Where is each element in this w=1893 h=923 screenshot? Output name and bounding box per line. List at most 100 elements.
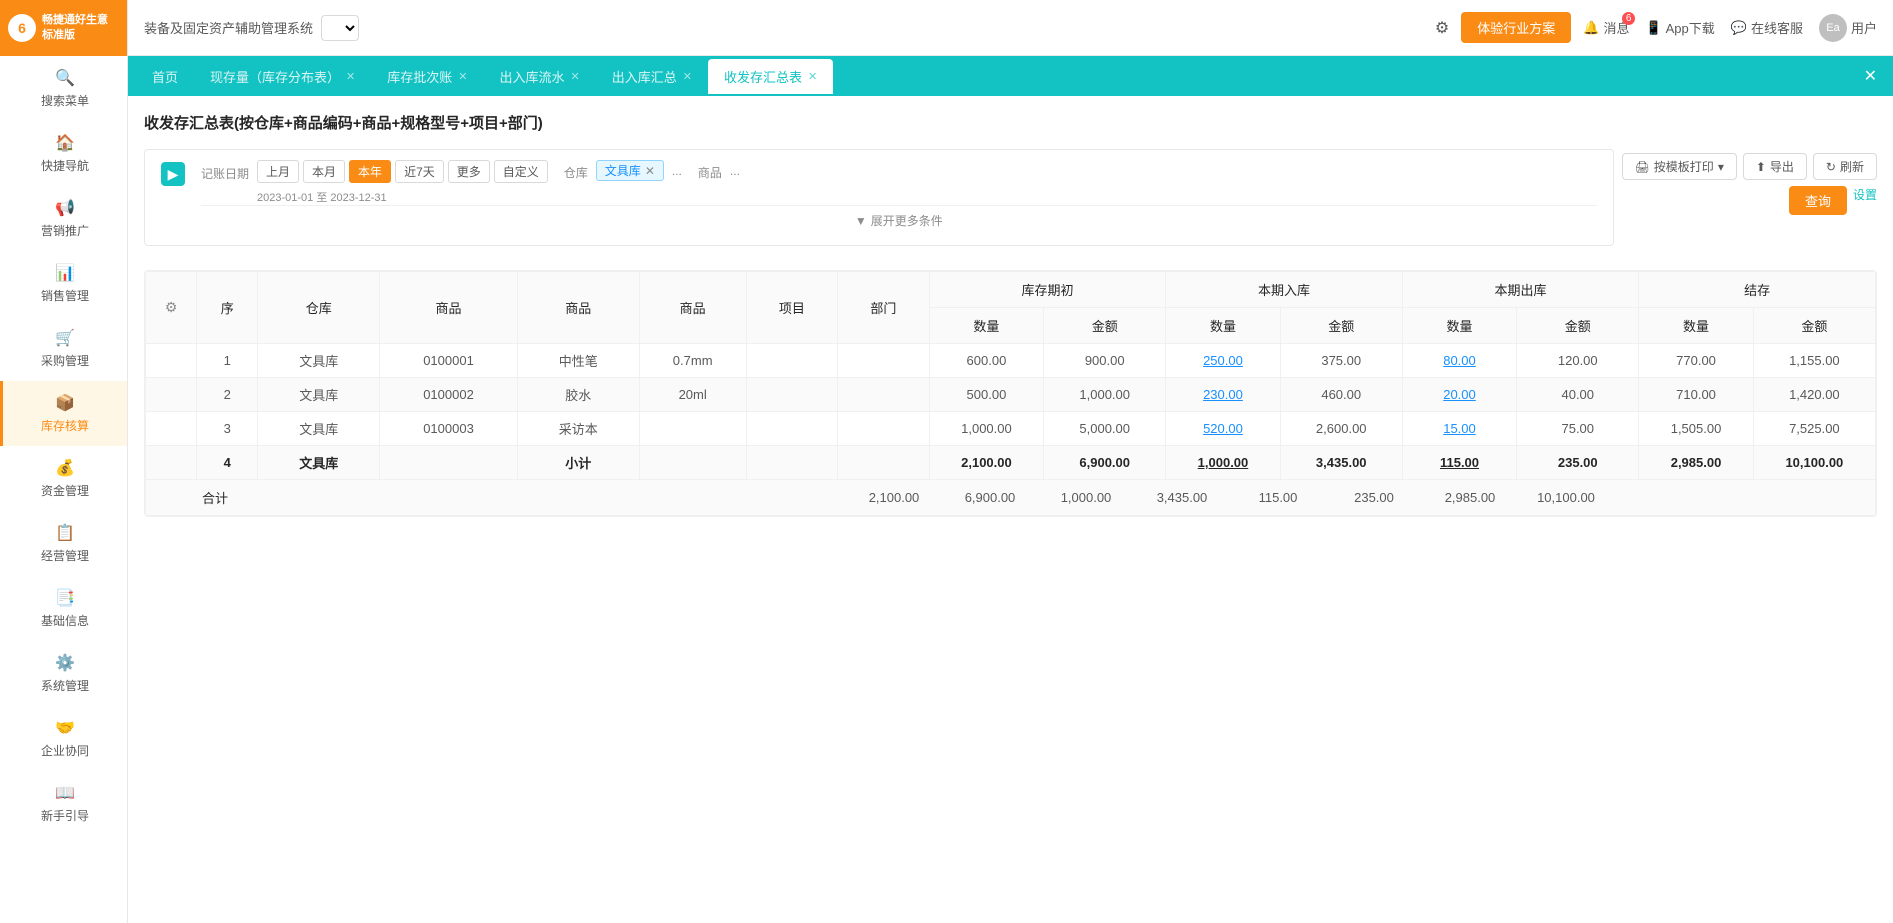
trial-button[interactable]: 体验行业方案: [1461, 12, 1571, 43]
row-out-qty[interactable]: 15.00: [1402, 412, 1516, 446]
in-amt-header: 金额: [1280, 308, 1402, 344]
settings-link[interactable]: 设置: [1853, 186, 1877, 215]
row-project: [746, 446, 838, 480]
warehouse-col-header: 仓库: [258, 272, 380, 344]
row-num: 4: [197, 446, 258, 480]
sidebar-item-quick-nav[interactable]: 🏠快捷导航: [0, 121, 127, 186]
warehouse-filter: 仓库 文具库 ✕ ...: [564, 160, 682, 181]
finance-icon: 💰: [55, 458, 75, 478]
warehouse-label: 仓库: [564, 160, 588, 181]
row-dept: [838, 446, 930, 480]
sidebar-item-base-info[interactable]: 📑基础信息: [0, 576, 127, 641]
sidebar-item-operations[interactable]: 📋经营管理: [0, 511, 127, 576]
tab-close-inventory-dist[interactable]: ✕: [346, 70, 355, 83]
service-icon: 💬: [1731, 20, 1747, 36]
row-spec: 20ml: [639, 378, 746, 412]
right-actions: 🖨 按模板打印 ▾ ⬆ 导出 ↻ 刷新: [1622, 149, 1877, 215]
sidebar-label-system: 系统管理: [41, 677, 89, 694]
footer-out-amt: 235.00: [1334, 490, 1414, 505]
tab-close-recv-send-summary[interactable]: ✕: [808, 70, 817, 83]
settings-icon[interactable]: ⚙: [1435, 18, 1449, 38]
sidebar-label-marketing: 营销推广: [41, 222, 89, 239]
tab-inventory-dist[interactable]: 现存量（库存分布表）✕: [194, 59, 371, 94]
tab-batch-ledger[interactable]: 库存批次账✕: [371, 59, 483, 94]
sidebar-item-marketing[interactable]: 📢营销推广: [0, 186, 127, 251]
tab-bar-close-btn[interactable]: ✕: [1856, 62, 1885, 90]
row-code: [380, 446, 517, 480]
tab-in-out-flow[interactable]: 出入库流水✕: [483, 59, 595, 94]
row-in-qty[interactable]: 250.00: [1166, 344, 1280, 378]
export-btn[interactable]: ⬆ 导出: [1743, 153, 1807, 180]
sidebar-item-system[interactable]: ⚙️系统管理: [0, 641, 127, 706]
out-qty-header: 数量: [1402, 308, 1516, 344]
footer-opening-amt: 6,900.00: [950, 490, 1030, 505]
sidebar-label-base-info: 基础信息: [41, 612, 89, 629]
system-select[interactable]: [321, 15, 359, 41]
row-warehouse: 文具库: [258, 344, 380, 378]
print-btn[interactable]: 🖨 按模板打印 ▾: [1622, 153, 1737, 180]
query-btn[interactable]: 查询: [1789, 186, 1847, 215]
row-opening-amt: 5,000.00: [1044, 412, 1166, 446]
row-balance-qty: 1,505.00: [1639, 412, 1753, 446]
row-out-qty[interactable]: 115.00: [1402, 446, 1516, 480]
warehouse-tag-close[interactable]: ✕: [645, 164, 655, 178]
row-out-qty[interactable]: 20.00: [1402, 378, 1516, 412]
row-project: [746, 344, 838, 378]
footer-balance-qty: 2,985.00: [1430, 490, 1510, 505]
date-btn-本月[interactable]: 本月: [303, 160, 345, 183]
row-dept: [838, 344, 930, 378]
sidebar-item-enterprise[interactable]: 🤝企业协同: [0, 706, 127, 771]
sidebar-item-sales[interactable]: 📊销售管理: [0, 251, 127, 316]
tab-in-out-summary[interactable]: 出入库汇总✕: [596, 59, 708, 94]
quick-nav-icon: 🏠: [55, 133, 75, 153]
tab-recv-send-summary[interactable]: 收发存汇总表✕: [708, 59, 833, 94]
column-settings-icon[interactable]: ⚙: [165, 299, 178, 315]
notification-btn[interactable]: 🔔 6 6 消息: [1583, 18, 1629, 37]
goods-more-btn[interactable]: ...: [730, 164, 740, 178]
row-out-qty[interactable]: 80.00: [1402, 344, 1516, 378]
row-code: 0100002: [380, 378, 517, 412]
sidebar-item-guide[interactable]: 📖新手引导: [0, 771, 127, 836]
filter-toggle-btn[interactable]: ▶: [161, 162, 185, 186]
search-icon: 🔍: [55, 68, 75, 88]
print-icon: 🖨: [1635, 160, 1650, 174]
table-footer: 合计 2,100.00 6,900.00 1,000.00 3,435.00 1…: [145, 480, 1876, 516]
in-group-header: 本期入库: [1166, 272, 1403, 308]
date-btn-自定义[interactable]: 自定义: [494, 160, 548, 183]
row-spec: 0.7mm: [639, 344, 746, 378]
tab-close-in-out-flow[interactable]: ✕: [571, 70, 580, 83]
sidebar-item-finance[interactable]: 💰资金管理: [0, 446, 127, 511]
out-group-header: 本期出库: [1402, 272, 1639, 308]
row-settings: [146, 344, 197, 378]
app-download-btn[interactable]: 📱 App下载: [1645, 18, 1714, 37]
online-service-btn[interactable]: 💬 在线客服: [1731, 18, 1803, 37]
row-spec: [639, 412, 746, 446]
expand-more-btn[interactable]: ▼ 展开更多条件: [855, 212, 943, 229]
spec-col-header: 商品: [639, 272, 746, 344]
query-actions: 查询 设置: [1622, 186, 1877, 215]
row-opening-qty: 1,000.00: [929, 412, 1043, 446]
row-in-qty[interactable]: 230.00: [1166, 378, 1280, 412]
date-btn-本年[interactable]: 本年: [349, 160, 391, 183]
tab-home[interactable]: 首页: [136, 59, 194, 94]
refresh-btn[interactable]: ↻ 刷新: [1813, 153, 1877, 180]
date-btn-近7天[interactable]: 近7天: [395, 160, 444, 183]
tab-close-in-out-summary[interactable]: ✕: [683, 70, 692, 83]
sidebar-item-search[interactable]: 🔍搜索菜单: [0, 56, 127, 121]
warehouse-more-btn[interactable]: ...: [672, 164, 682, 178]
row-opening-amt: 1,000.00: [1044, 378, 1166, 412]
table-body: 1文具库0100001中性笔0.7mm600.00900.00250.00375…: [146, 344, 1876, 480]
opening-group-header: 库存期初: [929, 272, 1166, 308]
sidebar-label-operations: 经营管理: [41, 547, 89, 564]
row-in-qty[interactable]: 520.00: [1166, 412, 1280, 446]
row-in-qty[interactable]: 1,000.00: [1166, 446, 1280, 480]
sidebar-item-purchase[interactable]: 🛒采购管理: [0, 316, 127, 381]
row-opening-qty: 2,100.00: [929, 446, 1043, 480]
balance-amt-header: 金额: [1753, 308, 1875, 344]
sidebar-item-inventory[interactable]: 📦库存核算: [0, 381, 127, 446]
date-btn-上月[interactable]: 上月: [257, 160, 299, 183]
footer-opening-qty: 2,100.00: [854, 490, 934, 505]
user-menu[interactable]: Ea 用户: [1819, 14, 1877, 42]
tab-close-batch-ledger[interactable]: ✕: [458, 70, 467, 83]
date-btn-更多[interactable]: 更多: [448, 160, 490, 183]
